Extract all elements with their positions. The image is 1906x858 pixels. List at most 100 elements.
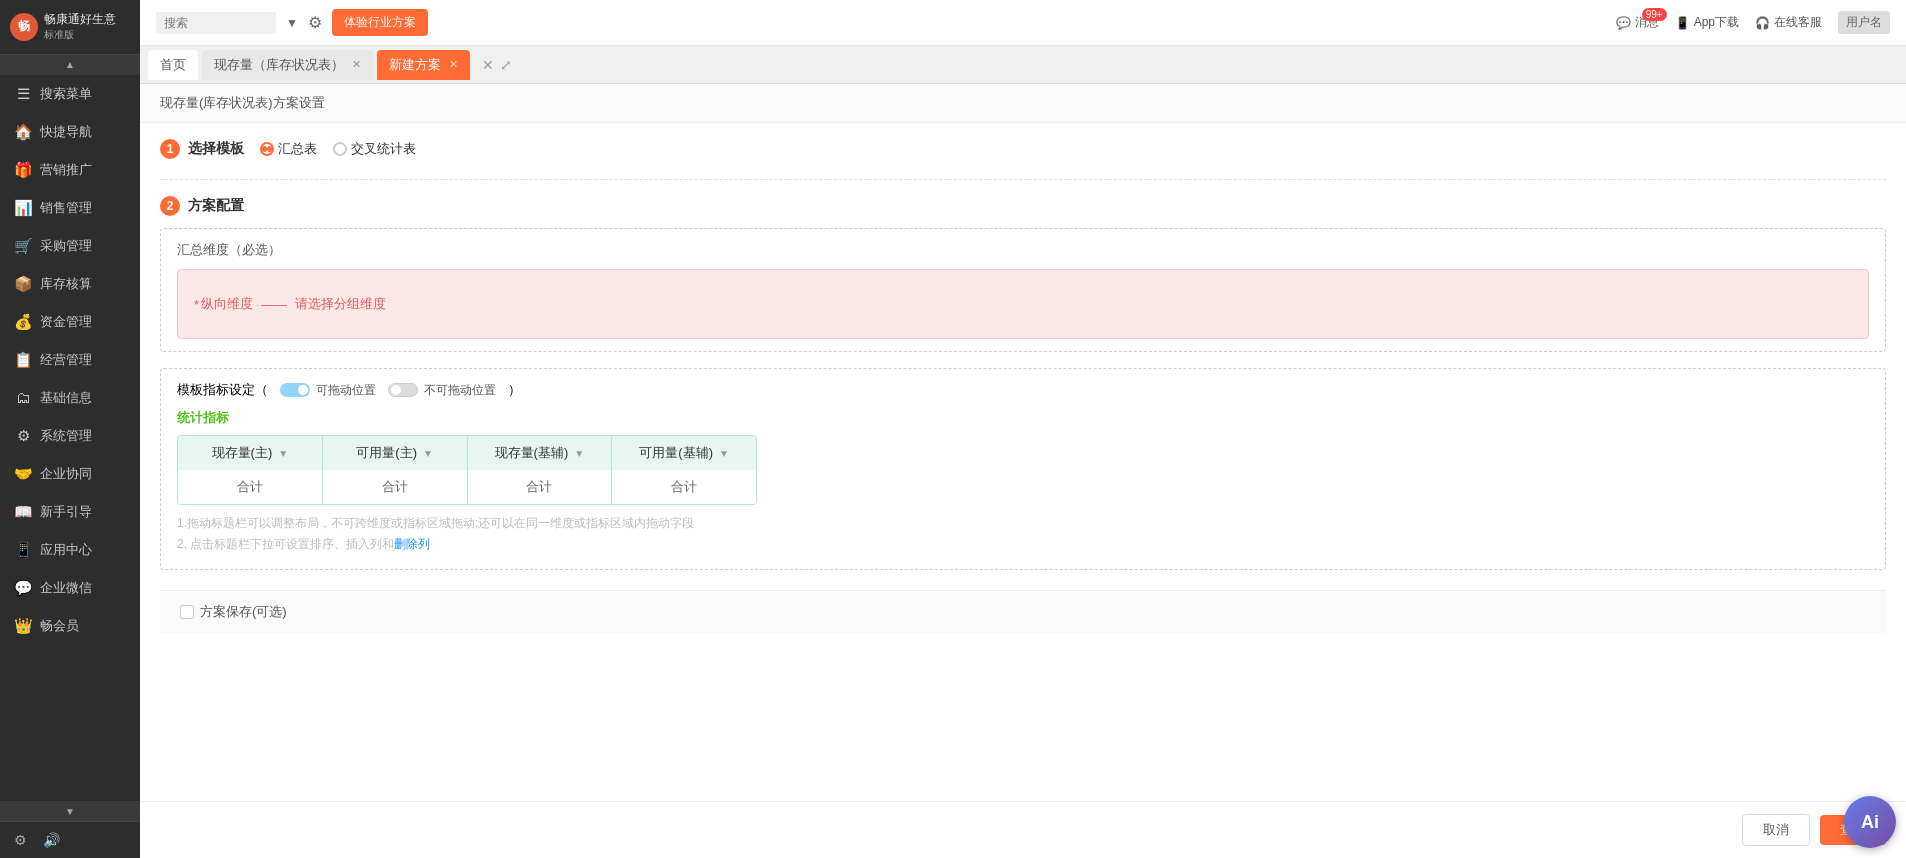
sidebar-item-newuser[interactable]: 📖 新手引导 [0,493,140,531]
sidebar-scroll-down[interactable]: ▼ [0,801,140,821]
sidebar-item-enterprise-wx[interactable]: 💬 企业微信 [0,569,140,607]
search-input[interactable] [156,12,276,34]
page-main: 1 选择模板 汇总表 交叉统计表 [140,123,1906,801]
tab-home[interactable]: 首页 [148,50,198,80]
app-download-button[interactable]: 📱 App下载 [1675,14,1739,31]
dim-placeholder[interactable]: 请选择分组维度 [295,295,386,313]
col-body-0: 合计 [178,470,323,504]
tip-2: 2. 点击标题栏下拉可设置排序、插入列和删除列 [177,536,1869,553]
sidebar-item-search-menu[interactable]: ☰ 搜索菜单 [0,75,140,113]
headset-icon: 🎧 [1755,16,1770,30]
radio-summary[interactable]: 汇总表 [260,140,317,158]
sidebar-nav: ☰ 搜索菜单 🏠 快捷导航 🎁 营销推广 📊 销售管理 🛒 采购管理 📦 库存核… [0,75,140,801]
expand-window-icon[interactable]: ⤢ [500,57,512,73]
logo-text: 畅康通好生意 标准版 [44,12,116,42]
dim-separator: —— [261,297,287,312]
col-header-1[interactable]: 可用量(主) ▼ [323,436,468,470]
step2-section: 2 方案配置 汇总维度（必选） * 纵向维度 —— 请选择分组维度 [160,196,1886,570]
col-header-0[interactable]: 现存量(主) ▼ [178,436,323,470]
tab-new-scheme[interactable]: 新建方案 ✕ [377,50,470,80]
stats-table-header: 现存量(主) ▼ 可用量(主) ▼ 现存量(基辅) ▼ [178,436,756,470]
sidebar-item-member[interactable]: 👑 畅会员 [0,607,140,645]
stats-title: 统计指标 [177,409,1869,427]
sidebar-item-management[interactable]: 📋 经营管理 [0,341,140,379]
stats-table: 现存量(主) ▼ 可用量(主) ▼ 现存量(基辅) ▼ [177,435,757,505]
tab-close-inventory[interactable]: ✕ [352,58,361,71]
sidebar-item-inventory[interactable]: 📦 库存核算 [0,265,140,303]
tabbar: 首页 现存量（库存状况表） ✕ 新建方案 ✕ ✕ ⤢ [140,46,1906,84]
col-chevron-3: ▼ [719,448,729,459]
action-bar: 取消 查询 [140,801,1906,858]
msg-button[interactable]: 💬 消息 99+ [1616,14,1659,31]
cart-icon: 🛒 [14,237,32,255]
handshake-icon: 🤝 [14,465,32,483]
folder-icon: 🗂 [14,389,32,407]
draggable-toggle-box[interactable] [280,383,310,397]
sidebar-item-quick-nav[interactable]: 🏠 快捷导航 [0,113,140,151]
dimension-pink-area: * 纵向维度 —— 请选择分组维度 [177,269,1869,339]
book-icon: 📖 [14,503,32,521]
sidebar-item-finance[interactable]: 💰 资金管理 [0,303,140,341]
experience-btn[interactable]: 体验行业方案 [332,9,428,36]
window-controls: ✕ ⤢ [482,57,512,73]
audio-icon[interactable]: 🔊 [43,832,60,848]
required-star: * [194,297,199,312]
indicator-close-bracket: ） [508,381,521,399]
draggable-toggle[interactable]: 可拖动位置 [280,382,376,399]
col-body-2: 合计 [468,470,613,504]
sidebar-bottom: ⚙ 🔊 [0,821,140,858]
msg-icon: 💬 [1616,16,1631,30]
dimension-label: 汇总维度（必选） [177,241,1869,259]
step1-title: 选择模板 [188,140,244,158]
tips-highlight: 删除列 [394,537,430,551]
step2-number: 2 [160,196,180,216]
indicator-label-text: 模板指标设定（ [177,381,268,399]
logo-icon: 畅 [10,13,38,41]
sidebar-item-system[interactable]: ⚙ 系统管理 [0,417,140,455]
col-header-3[interactable]: 可用量(基辅) ▼ [612,436,756,470]
col-chevron-2: ▼ [574,448,584,459]
sidebar-scroll-up[interactable]: ▲ [0,55,140,75]
dropdown-chevron[interactable]: ▼ [286,16,298,30]
tab-inventory-status[interactable]: 现存量（库存状况表） ✕ [202,50,373,80]
online-service-button[interactable]: 🎧 在线客服 [1755,14,1822,31]
topbar: ▼ ⚙ 体验行业方案 💬 消息 99+ 📱 App下载 🎧 在线客服 用户名 [140,0,1906,46]
step1-section: 1 选择模板 汇总表 交叉统计表 [160,139,1886,159]
money-icon: 💰 [14,313,32,331]
toggle-thumb-fixed [391,385,401,395]
template-radio-group: 汇总表 交叉统计表 [260,140,416,158]
col-body-3: 合计 [612,470,756,504]
chart-icon: 📊 [14,199,32,217]
tab-close-new[interactable]: ✕ [449,58,458,71]
phone-icon: 📱 [14,541,32,559]
sidebar-item-sales[interactable]: 📊 销售管理 [0,189,140,227]
toggle-thumb-draggable [298,385,308,395]
sidebar-item-enterprise[interactable]: 🤝 企业协同 [0,455,140,493]
cancel-button[interactable]: 取消 [1742,814,1810,846]
phone-app-icon: 📱 [1675,16,1690,30]
save-checkbox[interactable]: 方案保存(可选) [180,603,287,621]
sidebar-item-basic-info[interactable]: 🗂 基础信息 [0,379,140,417]
sidebar-item-app-center[interactable]: 📱 应用中心 [0,531,140,569]
settings-icon[interactable]: ⚙ [14,832,27,848]
fixed-toggle-box[interactable] [388,383,418,397]
save-checkbox-box[interactable] [180,605,194,619]
radio-crosstab[interactable]: 交叉统计表 [333,140,416,158]
sidebar-item-marketing[interactable]: 🎁 营销推广 [0,151,140,189]
col-header-2[interactable]: 现存量(基辅) ▼ [468,436,613,470]
gear-icon: ⚙ [14,427,32,445]
fixed-label: 不可拖动位置 [424,382,496,399]
gear-settings-icon[interactable]: ⚙ [308,13,322,32]
user-avatar[interactable]: 用户名 [1838,11,1890,34]
indicator-toggle-bar: 模板指标设定（ 可拖动位置 不可拖动位置 [177,381,1869,399]
topbar-right: 💬 消息 99+ 📱 App下载 🎧 在线客服 用户名 [1616,11,1890,34]
crown-icon: 👑 [14,617,32,635]
vertical-dim-label: 纵向维度 [201,295,253,313]
close-window-icon[interactable]: ✕ [482,57,494,73]
fixed-toggle[interactable]: 不可拖动位置 [388,382,496,399]
ai-badge[interactable]: Ai [1844,796,1896,848]
sidebar-item-purchase[interactable]: 🛒 采购管理 [0,227,140,265]
step2-header: 2 方案配置 [160,196,1886,216]
chat-icon: 💬 [14,579,32,597]
sidebar-logo: 畅 畅康通好生意 标准版 [0,0,140,55]
